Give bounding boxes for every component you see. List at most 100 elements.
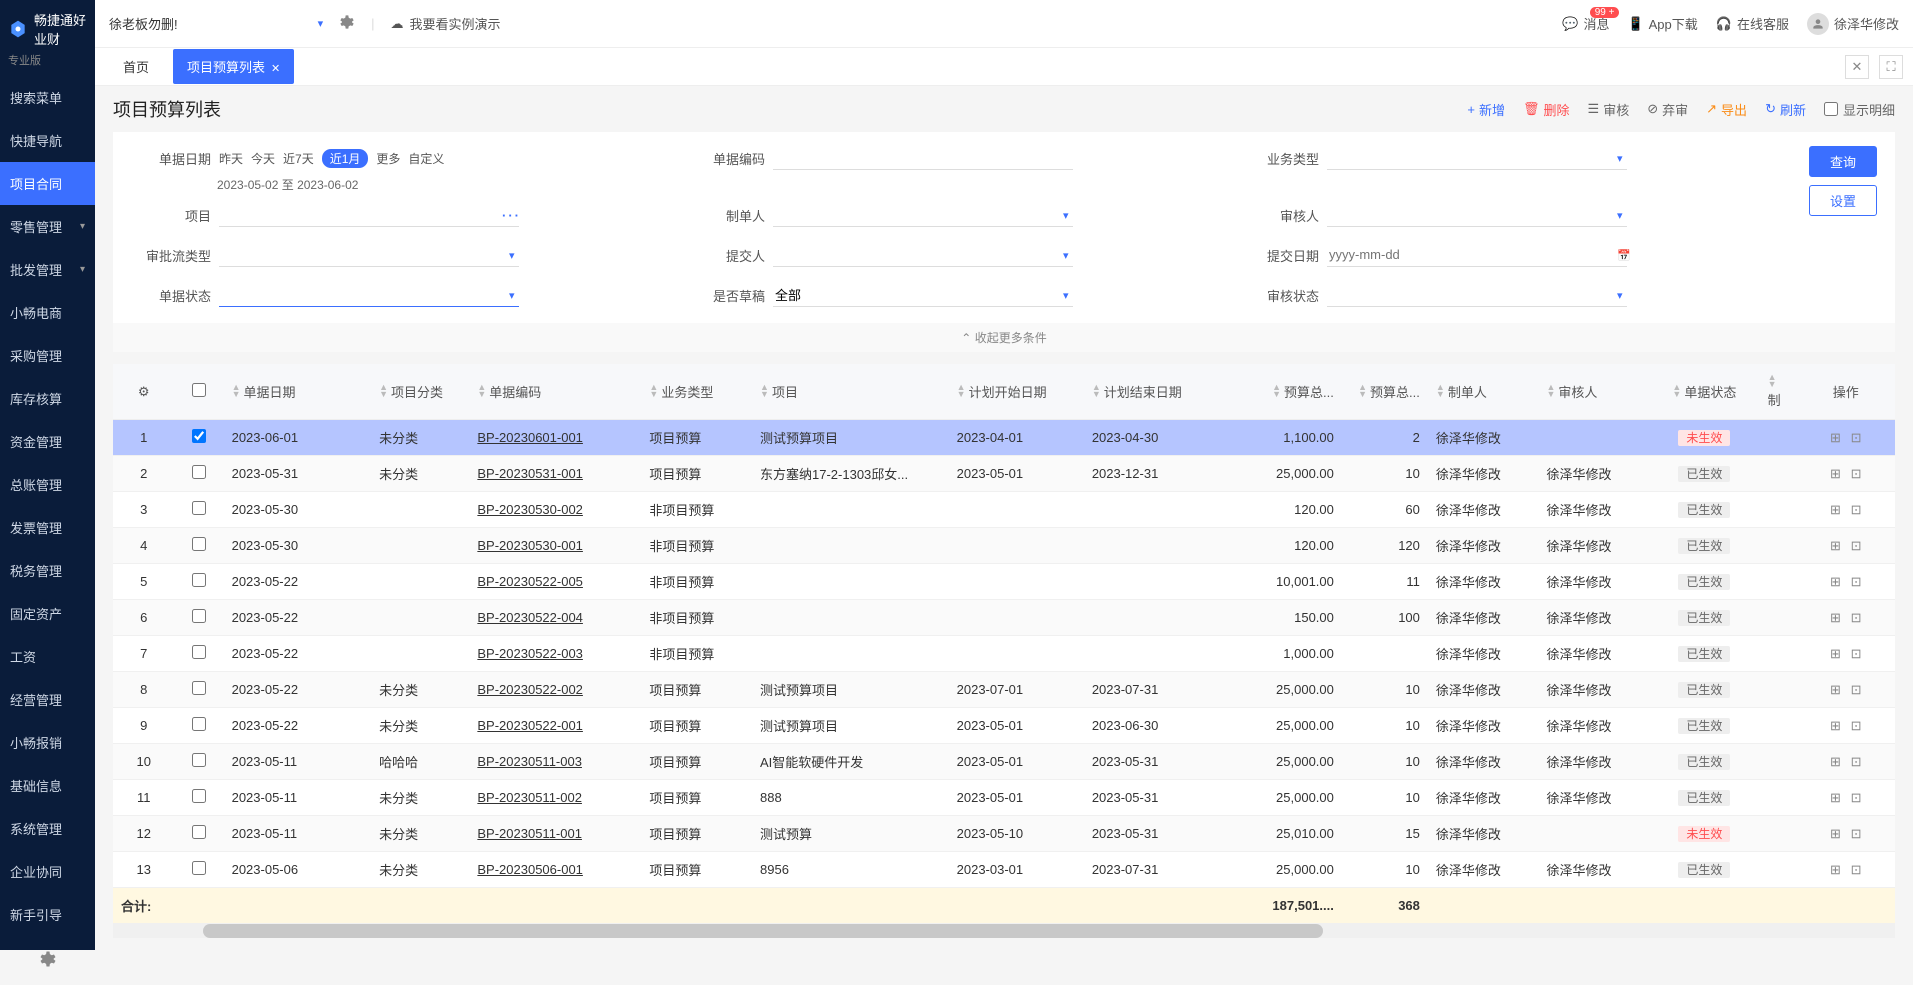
chevron-down-icon[interactable]: ▾ bbox=[1063, 249, 1069, 262]
col-end[interactable]: ▲▼计划结束日期 bbox=[1084, 364, 1219, 420]
view-icon[interactable]: ⊞ bbox=[1830, 682, 1841, 697]
sidebar-item[interactable]: 库存核算 bbox=[0, 377, 95, 420]
calendar-icon[interactable]: 📅 bbox=[1617, 249, 1631, 262]
filter-item-input[interactable] bbox=[219, 203, 519, 227]
company-selector[interactable]: 徐老板勿删! ▾ bbox=[109, 14, 323, 33]
shortcut-custom[interactable]: 自定义 bbox=[408, 150, 444, 167]
row-checkbox[interactable] bbox=[192, 753, 206, 767]
row-checkbox[interactable] bbox=[192, 681, 206, 695]
collapse-filter-bar[interactable]: ⌃ 收起更多条件 bbox=[113, 323, 1895, 352]
table-row[interactable]: 7 2023-05-22 BP-20230522-003 非项目预算 1,000… bbox=[113, 636, 1895, 672]
more-icon[interactable]: ⊡ bbox=[1851, 682, 1862, 697]
col-category[interactable]: ▲▼项目分类 bbox=[371, 364, 469, 420]
row-checkbox[interactable] bbox=[192, 429, 206, 443]
view-icon[interactable]: ⊞ bbox=[1830, 718, 1841, 733]
tab-current[interactable]: 项目预算列表✕ bbox=[173, 49, 294, 84]
chevron-down-icon[interactable]: ▾ bbox=[1063, 209, 1069, 222]
more-icon[interactable]: ⊡ bbox=[1851, 718, 1862, 733]
view-icon[interactable]: ⊞ bbox=[1830, 466, 1841, 481]
col-item[interactable]: ▲▼项目 bbox=[752, 364, 949, 420]
code-link[interactable]: BP-20230511-001 bbox=[477, 826, 582, 841]
view-icon[interactable]: ⊞ bbox=[1830, 430, 1841, 445]
view-icon[interactable]: ⊞ bbox=[1830, 862, 1841, 877]
chevron-down-icon[interactable]: ▾ bbox=[1617, 289, 1623, 302]
col-status[interactable]: ▲▼单据状态 bbox=[1649, 364, 1760, 420]
query-button[interactable]: 查询 bbox=[1809, 146, 1877, 177]
export-button[interactable]: ↗导出 bbox=[1706, 100, 1747, 119]
download-button[interactable]: 📱 App下载 bbox=[1627, 14, 1697, 33]
filter-auditor-input[interactable] bbox=[1327, 203, 1627, 227]
refresh-button[interactable]: ↻刷新 bbox=[1765, 100, 1806, 119]
row-checkbox[interactable] bbox=[192, 609, 206, 623]
table-row[interactable]: 8 2023-05-22 未分类 BP-20230522-002 项目预算 测试… bbox=[113, 672, 1895, 708]
view-icon[interactable]: ⊞ bbox=[1830, 646, 1841, 661]
sidebar-item[interactable]: 零售管理▾ bbox=[0, 205, 95, 248]
more-icon[interactable]: ⊡ bbox=[1851, 754, 1862, 769]
settings-gear[interactable] bbox=[0, 936, 95, 985]
sidebar-item[interactable]: 新手引导 bbox=[0, 893, 95, 936]
table-row[interactable]: 5 2023-05-22 BP-20230522-005 非项目预算 10,00… bbox=[113, 564, 1895, 600]
filter-submitter-input[interactable] bbox=[773, 243, 1073, 267]
sidebar-item[interactable]: 经营管理 bbox=[0, 678, 95, 721]
table-row[interactable]: 10 2023-05-11 哈哈哈 BP-20230511-003 项目预算 A… bbox=[113, 744, 1895, 780]
code-link[interactable]: BP-20230531-001 bbox=[477, 466, 583, 481]
shortcut-more[interactable]: 更多 bbox=[376, 150, 400, 167]
table-row[interactable]: 6 2023-05-22 BP-20230522-004 非项目预算 150.0… bbox=[113, 600, 1895, 636]
sidebar-item[interactable]: 小畅电商 bbox=[0, 291, 95, 334]
shortcut-week[interactable]: 近7天 bbox=[283, 150, 314, 167]
sidebar-item[interactable]: 系统管理 bbox=[0, 807, 95, 850]
filter-biztype-input[interactable] bbox=[1327, 146, 1627, 170]
audit-button[interactable]: ☰审核 bbox=[1588, 100, 1630, 119]
chevron-down-icon[interactable]: ▾ bbox=[1617, 152, 1623, 165]
sidebar-item[interactable]: 税务管理 bbox=[0, 549, 95, 592]
sidebar-item[interactable]: 发票管理 bbox=[0, 506, 95, 549]
settings-icon[interactable] bbox=[339, 14, 355, 33]
view-icon[interactable]: ⊞ bbox=[1830, 538, 1841, 553]
filter-auditstatus-input[interactable] bbox=[1327, 283, 1627, 307]
row-checkbox[interactable] bbox=[192, 861, 206, 875]
chevron-down-icon[interactable]: ▾ bbox=[1617, 209, 1623, 222]
col-start[interactable]: ▲▼计划开始日期 bbox=[949, 364, 1084, 420]
sidebar-item[interactable]: 资金管理 bbox=[0, 420, 95, 463]
service-button[interactable]: 🎧 在线客服 bbox=[1716, 14, 1789, 33]
code-link[interactable]: BP-20230522-001 bbox=[477, 718, 583, 733]
chevron-down-icon[interactable]: ▾ bbox=[509, 249, 515, 262]
messages-button[interactable]: 💬 消息 99 + bbox=[1562, 14, 1609, 33]
more-icon[interactable]: ⊡ bbox=[1851, 430, 1862, 445]
table-row[interactable]: 2 2023-05-31 未分类 BP-20230531-001 项目预算 东方… bbox=[113, 456, 1895, 492]
sidebar-item[interactable]: 批发管理▾ bbox=[0, 248, 95, 291]
more-icon[interactable]: ⊡ bbox=[1851, 790, 1862, 805]
table-row[interactable]: 9 2023-05-22 未分类 BP-20230522-001 项目预算 测试… bbox=[113, 708, 1895, 744]
more-icon[interactable]: ⊡ bbox=[1851, 502, 1862, 517]
chevron-down-icon[interactable]: ▾ bbox=[1063, 289, 1069, 302]
more-icon[interactable]: ⊡ bbox=[1851, 610, 1862, 625]
shortcut-month[interactable]: 近1月 bbox=[322, 149, 369, 168]
code-link[interactable]: BP-20230511-002 bbox=[477, 790, 582, 805]
row-checkbox[interactable] bbox=[192, 537, 206, 551]
tab-home[interactable]: 首页 bbox=[109, 49, 163, 84]
sidebar-item[interactable]: 小畅报销 bbox=[0, 721, 95, 764]
sidebar-item[interactable]: 总账管理 bbox=[0, 463, 95, 506]
col-biztype[interactable]: ▲▼业务类型 bbox=[641, 364, 752, 420]
more-icon[interactable]: ⊡ bbox=[1851, 646, 1862, 661]
row-checkbox[interactable] bbox=[192, 645, 206, 659]
filter-settings-button[interactable]: 设置 bbox=[1809, 185, 1877, 216]
filter-creator-input[interactable] bbox=[773, 203, 1073, 227]
code-link[interactable]: BP-20230511-003 bbox=[477, 754, 582, 769]
col-select-all[interactable] bbox=[174, 364, 223, 420]
filter-flow-input[interactable] bbox=[219, 243, 519, 267]
user-menu[interactable]: 徐泽华修改 bbox=[1807, 13, 1899, 35]
shortcut-yesterday[interactable]: 昨天 bbox=[219, 150, 243, 167]
code-link[interactable]: BP-20230522-004 bbox=[477, 610, 583, 625]
more-icon[interactable]: ⊡ bbox=[1851, 862, 1862, 877]
sidebar-item[interactable]: 搜索菜单 bbox=[0, 76, 95, 119]
sidebar-item[interactable]: 基础信息 bbox=[0, 764, 95, 807]
table-row[interactable]: 13 2023-05-06 未分类 BP-20230506-001 项目预算 8… bbox=[113, 852, 1895, 888]
table-row[interactable]: 4 2023-05-30 BP-20230530-001 非项目预算 120.0… bbox=[113, 528, 1895, 564]
col-settings[interactable]: ⚙ bbox=[113, 364, 174, 420]
view-icon[interactable]: ⊞ bbox=[1830, 790, 1841, 805]
table-row[interactable]: 11 2023-05-11 未分类 BP-20230511-002 项目预算 8… bbox=[113, 780, 1895, 816]
view-icon[interactable]: ⊞ bbox=[1830, 574, 1841, 589]
code-link[interactable]: BP-20230506-001 bbox=[477, 862, 583, 877]
row-checkbox[interactable] bbox=[192, 465, 206, 479]
